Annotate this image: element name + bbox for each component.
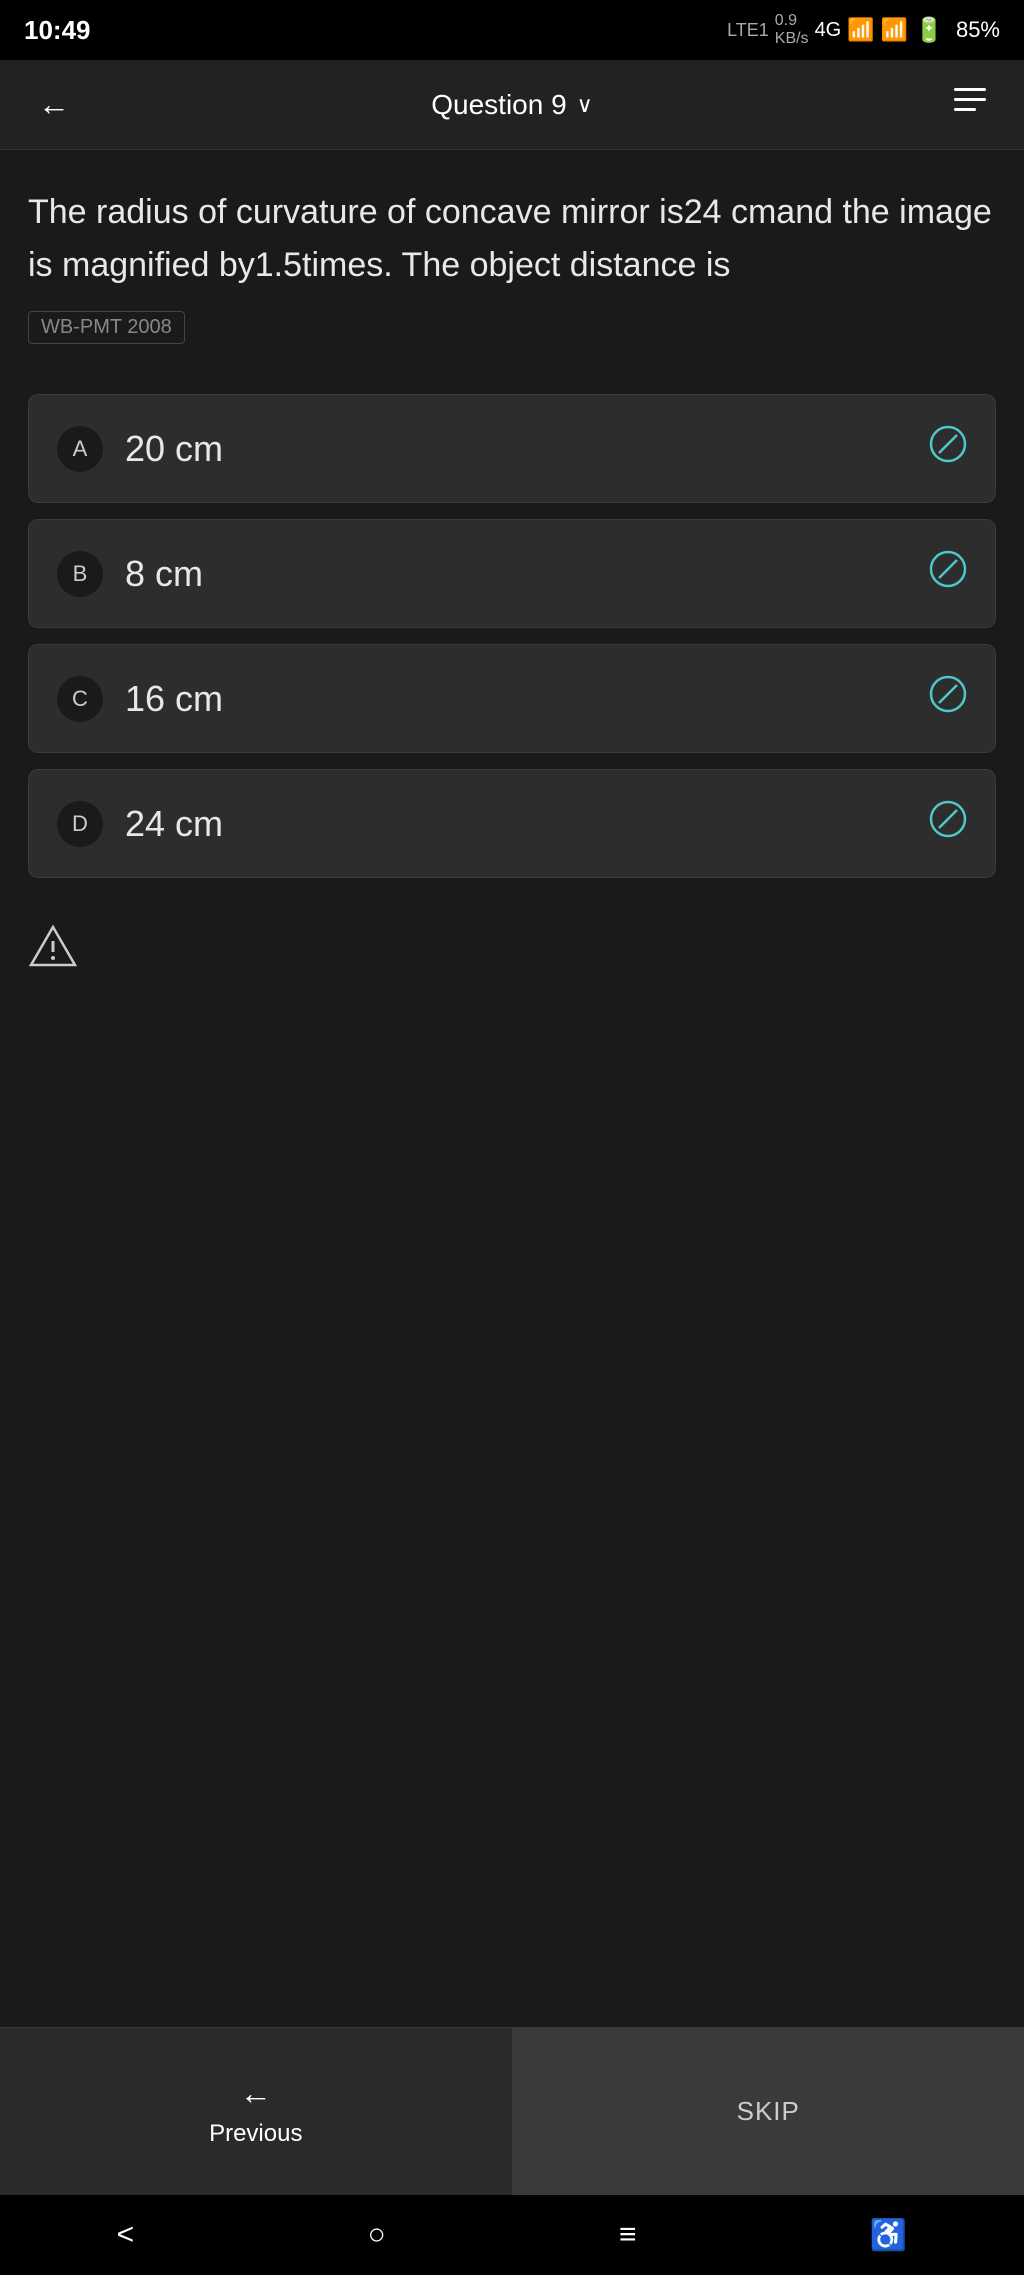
options-section: A 20 cm B 8 cm C 16 cm <box>0 364 1024 914</box>
network-type: 4G <box>815 19 842 42</box>
option-b-left: B 8 cm <box>57 551 203 597</box>
previous-label: Previous <box>209 2120 302 2148</box>
nav-title-container: Question 9 ∨ <box>431 89 593 121</box>
option-a-icon <box>929 425 967 472</box>
option-c[interactable]: C 16 cm <box>28 644 996 753</box>
status-right-group: LTE1 0.9KB/s 4G 📶 📶 🔋 85% <box>727 12 1000 48</box>
warning-icon[interactable] <box>28 929 78 978</box>
menu-button[interactable] <box>944 78 996 131</box>
content-spacer <box>0 979 1024 2027</box>
system-home-button[interactable]: ○ <box>348 2208 406 2262</box>
question-source: WB-PMT 2008 <box>28 311 185 344</box>
option-c-icon <box>929 675 967 722</box>
nav-bar: ← Question 9 ∨ <box>0 60 1024 150</box>
option-d-label: D <box>57 801 103 847</box>
status-time: 10:49 <box>24 15 91 46</box>
speed-label: 0.9KB/s <box>775 12 809 48</box>
system-recents-button[interactable]: ≡ <box>599 2208 657 2262</box>
battery-icon: 🔋 <box>914 16 944 45</box>
option-d[interactable]: D 24 cm <box>28 769 996 878</box>
option-a-text: 20 cm <box>125 428 223 470</box>
bottom-nav: ← Previous SKIP <box>0 2027 1024 2195</box>
skip-button[interactable]: SKIP <box>513 2028 1024 2195</box>
status-bar: 10:49 LTE1 0.9KB/s 4G 📶 📶 🔋 85% <box>0 0 1024 60</box>
option-a[interactable]: A 20 cm <box>28 394 996 503</box>
question-section: The radius of curvature of concave mirro… <box>0 150 1024 364</box>
battery-percent: 85% <box>956 17 1000 43</box>
warning-section <box>0 914 1024 979</box>
back-button[interactable]: ← <box>28 76 80 133</box>
system-back-button[interactable]: < <box>97 2208 155 2262</box>
signal-icon2: 📶 <box>881 17 908 43</box>
option-d-left: D 24 cm <box>57 801 223 847</box>
signal-icon: 📶 <box>847 17 874 43</box>
previous-button[interactable]: ← Previous <box>0 2028 513 2195</box>
option-c-label: C <box>57 676 103 722</box>
skip-label: SKIP <box>737 2096 800 2127</box>
nav-title: Question 9 <box>431 89 566 121</box>
option-a-label: A <box>57 426 103 472</box>
chevron-down-icon[interactable]: ∨ <box>577 92 593 118</box>
option-b-text: 8 cm <box>125 553 203 595</box>
option-c-text: 16 cm <box>125 678 223 720</box>
option-c-left: C 16 cm <box>57 676 223 722</box>
option-b[interactable]: B 8 cm <box>28 519 996 628</box>
system-accessibility-button[interactable]: ♿ <box>850 2208 927 2263</box>
option-d-text: 24 cm <box>125 803 223 845</box>
option-b-label: B <box>57 551 103 597</box>
option-d-icon <box>929 800 967 847</box>
system-nav-bar: < ○ ≡ ♿ <box>0 2195 1024 2275</box>
option-a-left: A 20 cm <box>57 426 223 472</box>
option-b-icon <box>929 550 967 597</box>
network-info: LTE1 0.9KB/s 4G 📶 📶 🔋 <box>727 12 944 48</box>
previous-arrow-icon: ← <box>240 2075 272 2112</box>
lte-label: LTE1 <box>727 20 769 41</box>
question-text: The radius of curvature of concave mirro… <box>28 186 996 291</box>
